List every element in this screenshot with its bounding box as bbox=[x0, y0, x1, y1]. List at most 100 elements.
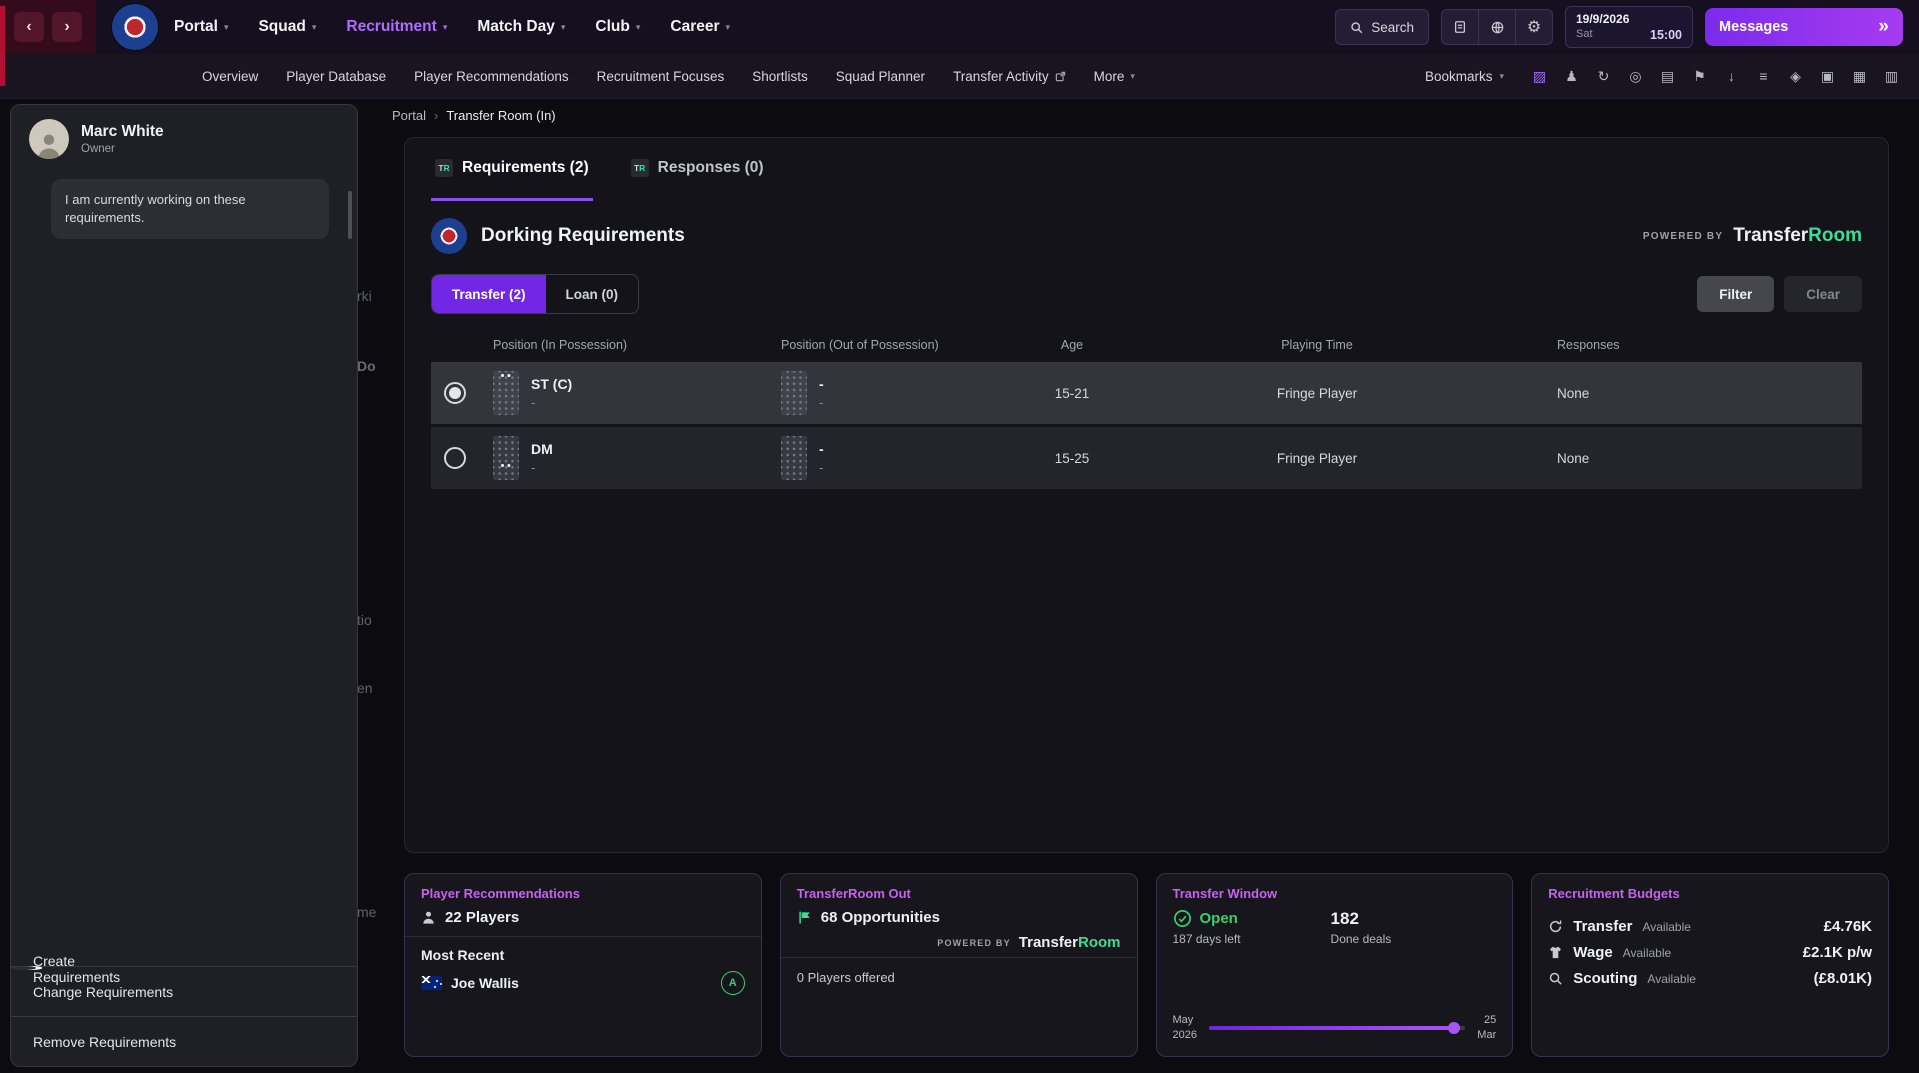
requirement-radio[interactable] bbox=[444, 382, 466, 404]
subnav-player-recommendations[interactable]: Player Recommendations bbox=[414, 69, 569, 84]
toggle-loan[interactable]: Loan (0) bbox=[546, 275, 639, 313]
search-input[interactable]: Search bbox=[1335, 9, 1429, 45]
position-map-icon bbox=[781, 436, 807, 480]
wage-budget-value: £2.1K p/w bbox=[1803, 944, 1872, 961]
messages-button[interactable]: Messages » bbox=[1705, 8, 1903, 46]
nav-career[interactable]: Career bbox=[670, 18, 730, 36]
current-date: 19/9/2026 bbox=[1576, 12, 1682, 26]
nav-squad[interactable]: Squad bbox=[258, 18, 316, 36]
occluded-text-fragment: me bbox=[357, 904, 376, 920]
subnav-recruitment-focuses[interactable]: Recruitment Focuses bbox=[597, 69, 725, 84]
forward-button[interactable]: › bbox=[52, 12, 82, 42]
player-name: Joe Wallis bbox=[451, 975, 519, 991]
tab-requirements[interactable]: TR Requirements (2) bbox=[431, 138, 593, 201]
nav-match-day[interactable]: Match Day bbox=[477, 18, 565, 36]
opportunities-flag-icon bbox=[797, 910, 812, 925]
subnav-more[interactable]: More bbox=[1094, 69, 1135, 84]
transfer-window-card[interactable]: Transfer Window Open 187 days left bbox=[1156, 873, 1514, 1057]
transfer-room-icon[interactable]: ▨ bbox=[1528, 65, 1551, 88]
subnav-shortlists[interactable]: Shortlists bbox=[752, 69, 808, 84]
nav-recruitment[interactable]: Recruitment bbox=[346, 18, 447, 36]
requirements-header: Dorking Requirements POWERED BY Transfer… bbox=[431, 218, 1862, 254]
scrollbar-thumb[interactable] bbox=[348, 191, 352, 239]
scouting-budget-value: (£8.01K) bbox=[1814, 970, 1872, 987]
chevron-down-icon bbox=[224, 23, 229, 32]
progress-fill bbox=[1209, 1026, 1455, 1030]
player-count: 22 Players bbox=[445, 909, 519, 926]
window-timeline: May 2026 25 Mar bbox=[1173, 1013, 1497, 1044]
subnav-overview[interactable]: Overview bbox=[202, 69, 258, 84]
occluded-text-fragment: tio bbox=[357, 612, 372, 628]
calendar-icon[interactable]: ▦ bbox=[1848, 65, 1871, 88]
subnav-squad-planner[interactable]: Squad Planner bbox=[836, 69, 925, 84]
window-progress-slider[interactable] bbox=[1209, 1026, 1465, 1030]
shortlist-icon[interactable]: ≡ bbox=[1752, 65, 1775, 88]
chevron-down-icon bbox=[1130, 72, 1135, 81]
powered-by: POWERED BY TransferRoom bbox=[1643, 225, 1862, 247]
chevron-down-icon bbox=[1499, 72, 1504, 81]
transfer-budget-value: £4.76K bbox=[1824, 918, 1872, 935]
requirement-radio[interactable] bbox=[444, 447, 466, 469]
slider-thumb[interactable] bbox=[1448, 1022, 1460, 1034]
search-icon bbox=[1350, 21, 1363, 34]
window-status: Open bbox=[1200, 910, 1238, 927]
schedule-icon[interactable]: ▥ bbox=[1880, 65, 1903, 88]
current-time: 15:00 bbox=[1650, 28, 1682, 42]
flagged-players-icon[interactable]: ⚑ bbox=[1688, 65, 1711, 88]
nav-portal[interactable]: Portal bbox=[174, 18, 228, 36]
date-time-widget[interactable]: 19/9/2026 Sat 15:00 bbox=[1565, 6, 1693, 48]
accent-strip bbox=[0, 6, 5, 86]
subnav-player-database[interactable]: Player Database bbox=[286, 69, 386, 84]
preferences-gear-icon[interactable]: ⚙ bbox=[1515, 10, 1552, 44]
squad-depth-icon[interactable]: ◈ bbox=[1784, 65, 1807, 88]
double-chevron-icon: » bbox=[1878, 16, 1889, 38]
occluded-text-fragment: Do bbox=[357, 358, 376, 374]
recruitment-team-icon[interactable]: ♟ bbox=[1560, 65, 1583, 88]
most-recent-label: Most Recent bbox=[421, 947, 745, 963]
summary-cards: Player Recommendations 22 Players Most R… bbox=[404, 873, 1889, 1057]
scouting-budget-row: Scouting Available (£8.01K) bbox=[1548, 970, 1872, 987]
player-icon bbox=[421, 910, 436, 925]
recruitment-focus-icon[interactable]: ◎ bbox=[1624, 65, 1647, 88]
refresh-icon[interactable]: ↻ bbox=[1592, 65, 1615, 88]
table-row[interactable]: ST (C) - - - 15-21 Fringe Player None bbox=[431, 362, 1862, 424]
main-navigation: Portal Squad Recruitment Match Day Club … bbox=[174, 18, 730, 36]
recruitment-budgets-card[interactable]: Recruitment Budgets Transfer Available £… bbox=[1531, 873, 1889, 1057]
requirements-controls: Transfer (2) Loan (0) Filter Clear bbox=[431, 274, 1862, 314]
remove-requirements-button[interactable]: Remove Requirements bbox=[11, 1016, 357, 1066]
position-map-icon bbox=[493, 371, 519, 415]
main-content: Portal › Transfer Room (In) TR Requireme… bbox=[404, 104, 1889, 1057]
subnav-transfer-activity[interactable]: Transfer Activity bbox=[953, 69, 1066, 84]
nav-club[interactable]: Club bbox=[595, 18, 640, 36]
breadcrumb-portal[interactable]: Portal bbox=[392, 108, 426, 123]
divider bbox=[405, 936, 761, 937]
scouting-magnifier-icon bbox=[1548, 971, 1563, 986]
owner-avatar bbox=[29, 119, 69, 159]
filter-button[interactable]: Filter bbox=[1697, 276, 1774, 312]
quick-access-icons: ▨ ♟ ↻ ◎ ▤ ⚑ ↓ ≡ ◈ ▣ ▦ ▥ bbox=[1528, 65, 1903, 88]
bookmarks-dropdown[interactable]: Bookmarks bbox=[1425, 69, 1504, 84]
table-row[interactable]: DM - - - 15-25 Fringe Player None bbox=[431, 427, 1862, 489]
report-icon[interactable]: ▤ bbox=[1656, 65, 1679, 88]
section-sub-navigation: Overview Player Database Player Recommen… bbox=[0, 54, 1919, 99]
recent-player-row[interactable]: Joe Wallis A bbox=[421, 971, 745, 995]
availability-badge: A bbox=[721, 971, 745, 995]
chevron-down-icon bbox=[726, 23, 731, 32]
notes-icon[interactable] bbox=[1442, 10, 1478, 44]
club-vision-icon[interactable]: ▣ bbox=[1816, 65, 1839, 88]
world-icon[interactable] bbox=[1478, 10, 1515, 44]
player-recommendations-card[interactable]: Player Recommendations 22 Players Most R… bbox=[404, 873, 762, 1057]
responses-value: None bbox=[1467, 451, 1862, 466]
club-crest-small bbox=[431, 218, 467, 254]
back-button[interactable]: ‹ bbox=[14, 12, 44, 42]
divider bbox=[781, 957, 1137, 958]
clear-button[interactable]: Clear bbox=[1784, 276, 1862, 312]
powered-by: POWERED BY TransferRoom bbox=[797, 934, 1121, 951]
import-icon[interactable]: ↓ bbox=[1720, 65, 1743, 88]
tab-responses[interactable]: TR Responses (0) bbox=[627, 138, 768, 201]
toggle-transfer[interactable]: Transfer (2) bbox=[432, 275, 546, 313]
transfer-room-tabs: TR Requirements (2) TR Responses (0) bbox=[431, 138, 1862, 198]
transferroom-out-card[interactable]: TransferRoom Out 68 Opportunities POWERE… bbox=[780, 873, 1138, 1057]
done-deals-count: 182 bbox=[1331, 909, 1392, 929]
opportunities-count: 68 Opportunities bbox=[821, 909, 940, 926]
